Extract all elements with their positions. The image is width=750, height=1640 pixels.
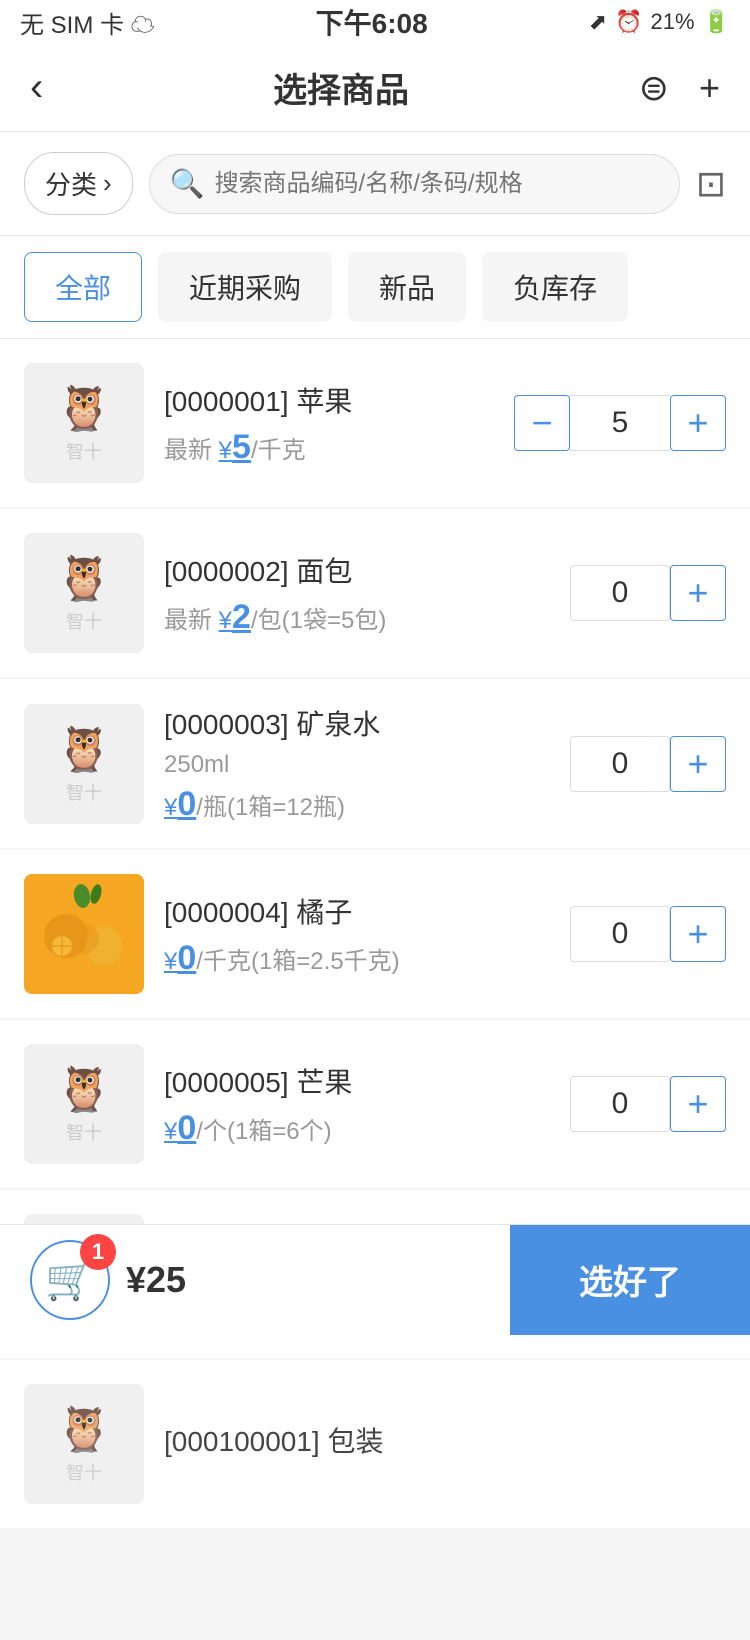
product-name: [0000003] 矿泉水	[164, 703, 550, 743]
product-name: [0000002] 面包	[164, 550, 550, 590]
battery-icon: 🔋	[703, 9, 730, 35]
category-label: 分类	[45, 165, 97, 202]
page-title: 选择商品	[273, 63, 409, 112]
product-image	[24, 874, 144, 994]
product-info: [0000001] 苹果 最新 ¥5/千克	[164, 380, 494, 467]
tab-bar: 全部 近期采购 新品 负库存	[0, 236, 750, 339]
product-info: [0000004] 橘子 ¥0/千克(1箱=2.5千克)	[164, 891, 550, 978]
tab-recent[interactable]: 近期采购	[158, 252, 332, 322]
quantity-control: − +	[514, 395, 726, 451]
list-item: 🦉 智十 [0000003] 矿泉水 250ml ¥0/瓶(1箱=12瓶) +	[0, 679, 750, 848]
scan-icon[interactable]: ⊡	[696, 163, 726, 205]
confirm-button[interactable]: 选好了	[510, 1225, 750, 1335]
search-input[interactable]	[215, 170, 659, 198]
quantity-input[interactable]	[570, 565, 670, 621]
add-icon[interactable]: +	[699, 67, 720, 109]
product-price: ¥0/瓶(1箱=12瓶)	[164, 785, 550, 824]
quantity-plus-button[interactable]: +	[670, 395, 726, 451]
quantity-control: +	[570, 1076, 726, 1132]
product-price: 最新 ¥2/包(1袋=5包)	[164, 598, 550, 637]
list-item: 🦉 智十 [0000001] 苹果 最新 ¥5/千克 − +	[0, 339, 750, 507]
product-price: ¥0/个(1箱=6个)	[164, 1109, 550, 1148]
filter-bar: 分类 › 🔍 ⊡	[0, 132, 750, 236]
list-item: [0000004] 橘子 ¥0/千克(1箱=2.5千克) +	[0, 850, 750, 1018]
alarm-icon: ⏰	[615, 9, 642, 35]
quantity-input[interactable]	[570, 736, 670, 792]
product-name: [0000004] 橘子	[164, 891, 550, 931]
quantity-control: +	[570, 906, 726, 962]
nav-actions: ⊜ +	[639, 67, 720, 109]
signal-text: 无 SIM 卡 ☁	[20, 5, 155, 40]
product-info: [0000002] 面包 最新 ¥2/包(1袋=5包)	[164, 550, 550, 637]
product-image: 🦉 智十	[24, 704, 144, 824]
quantity-plus-button[interactable]: +	[670, 736, 726, 792]
product-name: [0000001] 苹果	[164, 380, 494, 420]
quantity-control: +	[570, 565, 726, 621]
product-image-svg	[24, 874, 144, 994]
product-name: [0000005] 芒果	[164, 1061, 550, 1101]
product-info: [000100001] 包装	[164, 1420, 726, 1468]
search-icon: 🔍	[170, 167, 205, 200]
bottom-bar: 🛒 1 ¥25 选好了	[0, 1224, 750, 1334]
product-image: 🦉 智十	[24, 1384, 144, 1504]
quantity-plus-button[interactable]: +	[670, 1076, 726, 1132]
status-bar: 无 SIM 卡 ☁ 下午6:08 ⬈ ⏰ 21% 🔋	[0, 0, 750, 44]
product-image: 🦉 智十	[24, 533, 144, 653]
product-info: [0000005] 芒果 ¥0/个(1箱=6个)	[164, 1061, 550, 1148]
list-item: 🦉 智十 [0000002] 面包 最新 ¥2/包(1袋=5包) +	[0, 509, 750, 677]
product-image: 🦉 智十	[24, 1044, 144, 1164]
product-name: [000100001] 包装	[164, 1420, 726, 1460]
tab-all[interactable]: 全部	[24, 252, 142, 322]
search-box[interactable]: 🔍	[149, 154, 680, 214]
status-right: ⬈ ⏰ 21% 🔋	[589, 9, 730, 35]
category-chevron-icon: ›	[103, 168, 112, 199]
quantity-control: +	[570, 736, 726, 792]
nav-bar: ‹ 选择商品 ⊜ +	[0, 44, 750, 132]
status-left: 无 SIM 卡 ☁	[20, 5, 155, 40]
battery-text: 21%	[651, 9, 695, 35]
quantity-plus-button[interactable]: +	[670, 906, 726, 962]
cart-badge: 1	[80, 1234, 116, 1270]
location-icon: ⬈	[589, 9, 607, 35]
list-item: 🦉 智十 [000100001] 包装	[0, 1360, 750, 1528]
quantity-input[interactable]	[570, 1076, 670, 1132]
tab-new[interactable]: 新品	[348, 252, 466, 322]
product-price: 最新 ¥5/千克	[164, 428, 494, 467]
quantity-minus-button[interactable]: −	[514, 395, 570, 451]
product-info: [0000003] 矿泉水 250ml ¥0/瓶(1箱=12瓶)	[164, 703, 550, 824]
product-spec: 250ml	[164, 751, 550, 779]
product-list: 🦉 智十 [0000001] 苹果 最新 ¥5/千克 − + 🦉 智十 [000…	[0, 339, 750, 1528]
filter-icon[interactable]: ⊜	[639, 67, 669, 109]
quantity-plus-button[interactable]: +	[670, 565, 726, 621]
category-button[interactable]: 分类 ›	[24, 152, 133, 215]
cart-total: ¥25	[126, 1259, 186, 1301]
quantity-input[interactable]	[570, 395, 670, 451]
cart-section: 🛒 1 ¥25	[0, 1240, 510, 1320]
cart-icon-button[interactable]: 🛒 1	[30, 1240, 110, 1320]
quantity-input[interactable]	[570, 906, 670, 962]
product-image: 🦉 智十	[24, 363, 144, 483]
back-button[interactable]: ‹	[30, 65, 43, 110]
status-time: 下午6:08	[316, 2, 428, 42]
tab-negative-stock[interactable]: 负库存	[482, 252, 628, 322]
product-price: ¥0/千克(1箱=2.5千克)	[164, 939, 550, 978]
list-item: 🦉 智十 [0000005] 芒果 ¥0/个(1箱=6个) +	[0, 1020, 750, 1188]
